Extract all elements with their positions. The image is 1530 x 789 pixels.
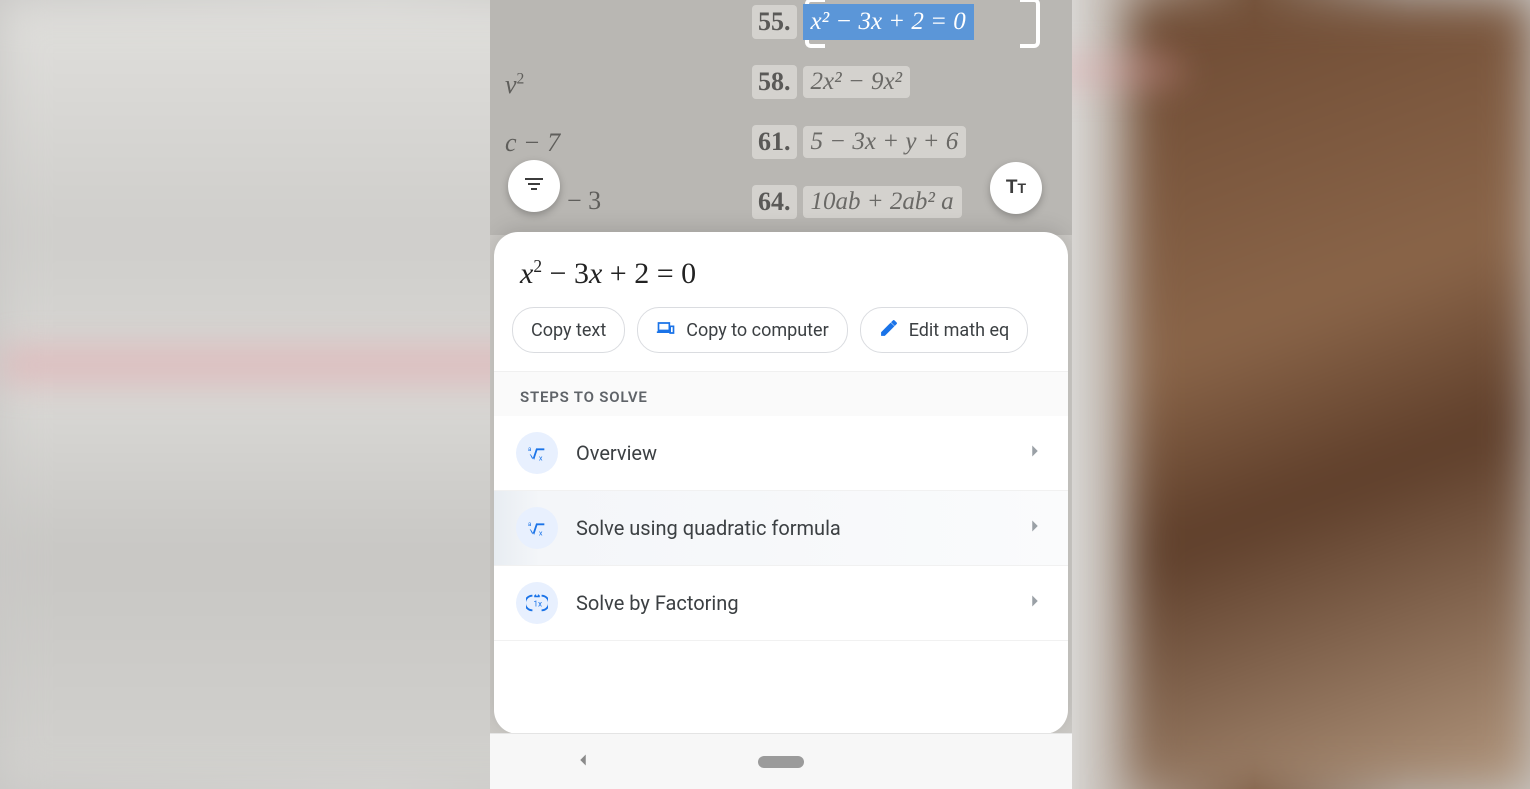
copy-to-computer-chip[interactable]: Copy to computer bbox=[637, 307, 847, 353]
step-overview[interactable]: ax Overview bbox=[494, 416, 1068, 491]
svg-text:1x: 1x bbox=[533, 600, 542, 610]
devices-icon bbox=[656, 318, 676, 343]
filter-icon bbox=[522, 172, 546, 200]
chevron-right-icon bbox=[1024, 590, 1046, 616]
detected-row-61[interactable]: 61. 5 − 3x + y + 6 bbox=[752, 122, 974, 162]
chip-label: Edit math eq bbox=[909, 320, 1010, 341]
detected-equations: 55. x² − 3x + 2 = 0 58. 2x² − 9x² 61. 5 … bbox=[752, 2, 974, 242]
svg-text:x: x bbox=[539, 528, 543, 537]
selected-equation: x² − 3x + 2 = 0 bbox=[803, 4, 974, 40]
crop-handle-right[interactable] bbox=[1020, 0, 1040, 48]
chevron-right-icon bbox=[1024, 440, 1046, 466]
phone-frame: v2 c − 7 − 3 55. x² − 3x + 2 = 0 58. 2x²… bbox=[490, 0, 1072, 789]
step-factoring[interactable]: 1x Solve by Factoring bbox=[494, 566, 1068, 641]
factor-icon: 1x bbox=[516, 582, 558, 624]
detected-row-58[interactable]: 58. 2x² − 9x² bbox=[752, 62, 974, 102]
detected-row-64[interactable]: 64. 10ab + 2ab² a bbox=[752, 182, 974, 222]
text-mode-button[interactable]: TT bbox=[990, 162, 1042, 214]
chip-label: Copy text bbox=[531, 320, 606, 341]
svg-text:a: a bbox=[528, 520, 532, 528]
action-chips: Copy text Copy to computer Edit math eq bbox=[494, 307, 1068, 371]
pencil-icon bbox=[879, 318, 899, 343]
step-label: Solve by Factoring bbox=[576, 591, 1024, 615]
copy-text-chip[interactable]: Copy text bbox=[512, 307, 625, 353]
results-sheet: x2 − 3x + 2 = 0 Copy text Copy to comput… bbox=[494, 232, 1068, 734]
steps-section-title: STEPS TO SOLVE bbox=[494, 371, 1068, 416]
text-icon: TT bbox=[1006, 177, 1026, 199]
home-pill[interactable] bbox=[758, 756, 804, 768]
android-navbar bbox=[490, 733, 1072, 789]
back-button[interactable] bbox=[572, 749, 594, 775]
svg-text:x: x bbox=[539, 453, 543, 462]
svg-text:a: a bbox=[528, 445, 532, 453]
recognized-equation: x2 − 3x + 2 = 0 bbox=[494, 254, 1068, 307]
root-icon: ax bbox=[516, 507, 558, 549]
step-quadratic-formula[interactable]: ax Solve using quadratic formula bbox=[494, 491, 1068, 566]
filter-button[interactable] bbox=[508, 160, 560, 212]
page-background-text-left: v2 c − 7 − 3 bbox=[505, 70, 601, 244]
chip-label: Copy to computer bbox=[686, 320, 828, 341]
step-label: Solve using quadratic formula bbox=[576, 516, 1024, 540]
chevron-right-icon bbox=[1024, 515, 1046, 541]
step-label: Overview bbox=[576, 441, 1024, 465]
detected-row-55[interactable]: 55. x² − 3x + 2 = 0 bbox=[752, 2, 974, 42]
edit-math-chip[interactable]: Edit math eq bbox=[860, 307, 1029, 353]
root-icon: ax bbox=[516, 432, 558, 474]
camera-viewfinder: v2 c − 7 − 3 55. x² − 3x + 2 = 0 58. 2x²… bbox=[490, 0, 1072, 235]
